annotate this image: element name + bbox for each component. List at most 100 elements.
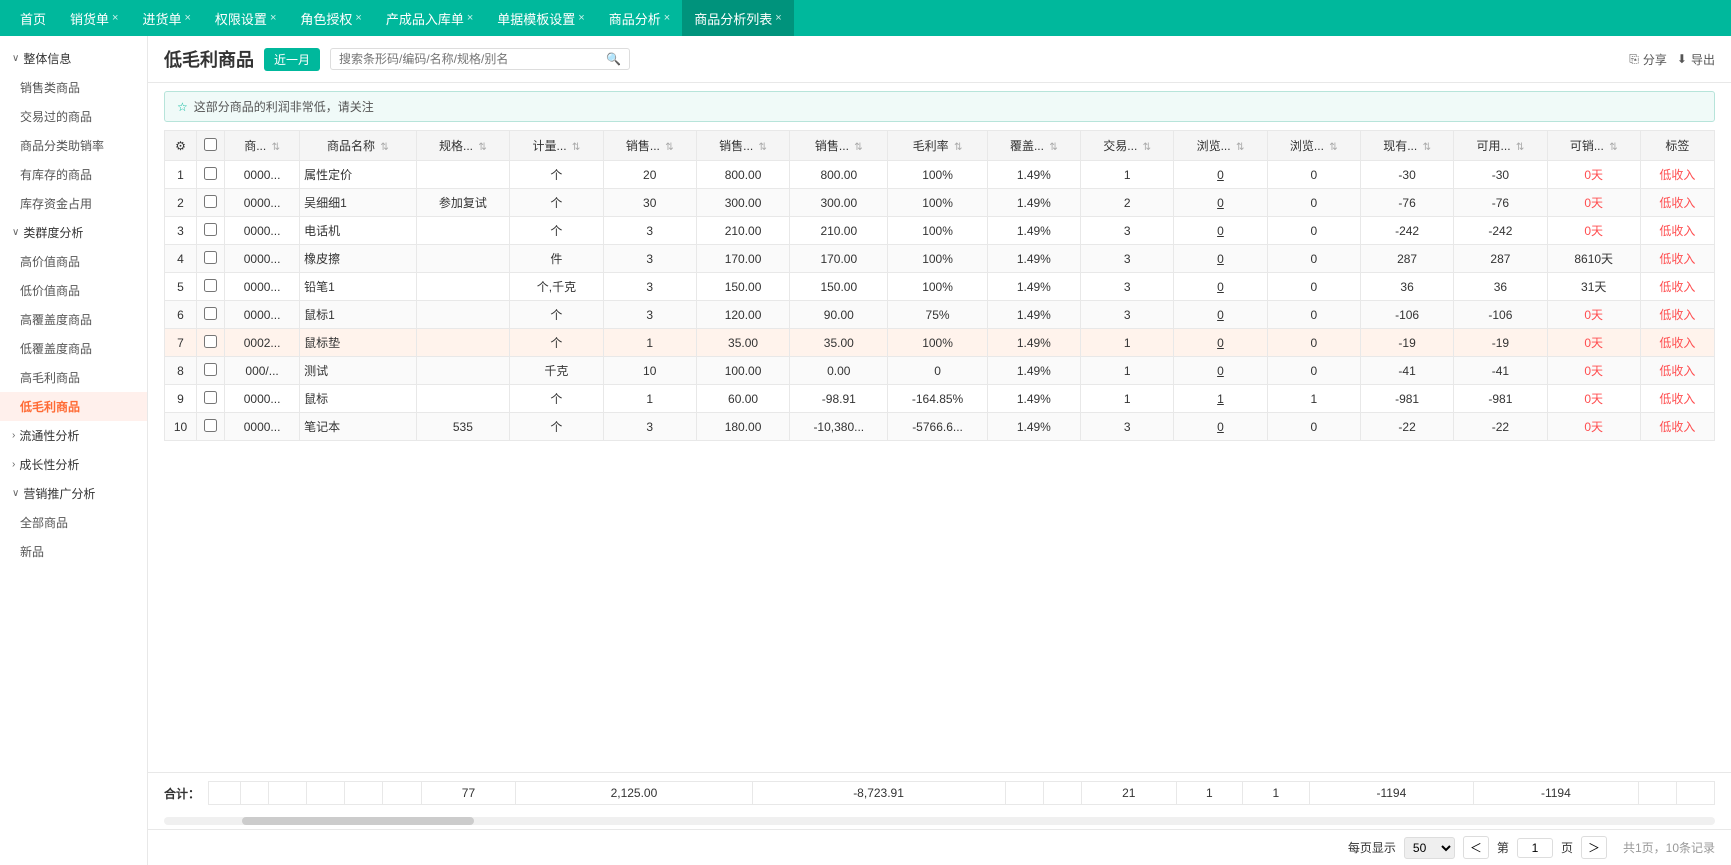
col-transaction[interactable]: 交易... ⇅ (1081, 131, 1174, 161)
sidebar-item-all-goods[interactable]: 全部商品 (0, 508, 147, 537)
row-checkbox-cell[interactable] (197, 217, 225, 245)
row-checkbox-cell[interactable] (197, 189, 225, 217)
nav-template[interactable]: 单据模板设置 × (485, 0, 596, 36)
sidebar-item-category-rate[interactable]: 商品分类助销率 (0, 131, 147, 160)
row-checkbox-cell[interactable] (197, 385, 225, 413)
share-button[interactable]: ⎘ 分享 (1629, 51, 1667, 68)
date-filter-button[interactable]: 近一月 (264, 48, 320, 71)
sidebar-group-flow[interactable]: › 流通性分析 (0, 421, 147, 450)
row-checkbox-cell[interactable] (197, 161, 225, 189)
col-sales-profit[interactable]: 销售... ⇅ (790, 131, 888, 161)
row-browse1[interactable]: 0 (1174, 245, 1267, 273)
row-browse1[interactable]: 0 (1174, 329, 1267, 357)
select-all-checkbox[interactable] (204, 138, 217, 151)
col-settings[interactable]: ⚙ (165, 131, 197, 161)
row-name[interactable]: 电话机 (300, 217, 416, 245)
per-page-select[interactable]: 50 100 200 (1404, 837, 1455, 859)
sidebar-item-sales-goods[interactable]: 销售类商品 (0, 73, 147, 102)
row-browse1[interactable]: 0 (1174, 161, 1267, 189)
row-name[interactable]: 橡皮擦 (300, 245, 416, 273)
row-name[interactable]: 笔记本 (300, 413, 416, 441)
row-checkbox[interactable] (204, 363, 217, 376)
col-current[interactable]: 现有... ⇅ (1360, 131, 1453, 161)
row-checkbox[interactable] (204, 419, 217, 432)
sidebar-item-high-coverage[interactable]: 高覆盖度商品 (0, 305, 147, 334)
nav-permission[interactable]: 权限设置 × (203, 0, 288, 36)
nav-purchase-close[interactable]: × (184, 12, 190, 24)
nav-goods-analysis[interactable]: 商品分析 × (597, 0, 682, 36)
col-unit[interactable]: 计量... ⇅ (510, 131, 603, 161)
row-checkbox-cell[interactable] (197, 273, 225, 301)
row-checkbox[interactable] (204, 279, 217, 292)
row-checkbox-cell[interactable] (197, 301, 225, 329)
sidebar-item-stocked[interactable]: 有库存的商品 (0, 160, 147, 189)
row-checkbox[interactable] (204, 335, 217, 348)
nav-template-close[interactable]: × (578, 12, 584, 24)
row-checkbox[interactable] (204, 251, 217, 264)
sidebar-item-low-value[interactable]: 低价值商品 (0, 276, 147, 305)
sidebar-group-overall[interactable]: ∨ 整体信息 (0, 44, 147, 73)
col-name[interactable]: 商品名称 ⇅ (300, 131, 416, 161)
nav-product-storage-close[interactable]: × (467, 12, 473, 24)
nav-sales-close[interactable]: × (112, 12, 118, 24)
row-browse1[interactable]: 1 (1174, 385, 1267, 413)
row-browse1[interactable]: 0 (1174, 357, 1267, 385)
sidebar-group-growth[interactable]: › 成长性分析 (0, 450, 147, 479)
row-checkbox[interactable] (204, 167, 217, 180)
sidebar-group-cluster[interactable]: ∨ 类群度分析 (0, 218, 147, 247)
col-cover-rate[interactable]: 覆盖... ⇅ (987, 131, 1080, 161)
row-browse1[interactable]: 0 (1174, 413, 1267, 441)
row-checkbox[interactable] (204, 391, 217, 404)
sidebar-item-high-margin[interactable]: 高毛利商品 (0, 363, 147, 392)
col-browse2[interactable]: 浏览... ⇅ (1267, 131, 1360, 161)
row-checkbox-cell[interactable] (197, 329, 225, 357)
sidebar-item-new-goods[interactable]: 新品 (0, 537, 147, 566)
nav-role[interactable]: 角色授权 × (288, 0, 373, 36)
col-sales-amt[interactable]: 销售... ⇅ (696, 131, 789, 161)
row-browse1[interactable]: 0 (1174, 189, 1267, 217)
export-button[interactable]: ⬇ 导出 (1677, 51, 1715, 68)
row-browse1[interactable]: 0 (1174, 217, 1267, 245)
nav-goods-analysis-list-close[interactable]: × (775, 12, 781, 24)
nav-role-close[interactable]: × (355, 12, 361, 24)
col-salable[interactable]: 可销... ⇅ (1547, 131, 1640, 161)
col-spec[interactable]: 规格... ⇅ (416, 131, 510, 161)
nav-permission-close[interactable]: × (270, 12, 276, 24)
row-checkbox-cell[interactable] (197, 245, 225, 273)
col-gross-rate[interactable]: 毛利率 ⇅ (888, 131, 987, 161)
row-name[interactable]: 测试 (300, 357, 416, 385)
nav-sales[interactable]: 销货单 × (58, 0, 130, 36)
nav-goods-analysis-list[interactable]: 商品分析列表 × (682, 0, 793, 36)
row-browse1[interactable]: 0 (1174, 273, 1267, 301)
row-name[interactable]: 铅笔1 (300, 273, 416, 301)
row-checkbox[interactable] (204, 195, 217, 208)
row-checkbox-cell[interactable] (197, 413, 225, 441)
search-icon[interactable]: 🔍 (606, 52, 621, 66)
nav-purchase[interactable]: 进货单 × (130, 0, 202, 36)
row-checkbox[interactable] (204, 223, 217, 236)
row-checkbox[interactable] (204, 307, 217, 320)
row-name[interactable]: 鼠标垫 (300, 329, 416, 357)
nav-goods-analysis-close[interactable]: × (664, 12, 670, 24)
scroll-bar[interactable] (164, 817, 1715, 825)
nav-home[interactable]: 首页 (8, 0, 58, 36)
row-name[interactable]: 吴细细1 (300, 189, 416, 217)
next-page-button[interactable]: ＞ (1581, 836, 1607, 859)
nav-product-storage[interactable]: 产成品入库单 × (374, 0, 485, 36)
sidebar-item-low-margin[interactable]: 低毛利商品 (0, 392, 147, 421)
row-name[interactable]: 鼠标 (300, 385, 416, 413)
sidebar-group-marketing[interactable]: ∨ 营销推广分析 (0, 479, 147, 508)
col-code[interactable]: 商... ⇅ (225, 131, 300, 161)
row-checkbox-cell[interactable] (197, 357, 225, 385)
sidebar-item-low-coverage[interactable]: 低覆盖度商品 (0, 334, 147, 363)
col-available[interactable]: 可用... ⇅ (1454, 131, 1547, 161)
col-browse1[interactable]: 浏览... ⇅ (1174, 131, 1267, 161)
row-browse1[interactable]: 0 (1174, 301, 1267, 329)
sidebar-item-traded-goods[interactable]: 交易过的商品 (0, 102, 147, 131)
prev-page-button[interactable]: ＜ (1463, 836, 1489, 859)
search-input[interactable] (339, 52, 601, 66)
col-sales-qty[interactable]: 销售... ⇅ (603, 131, 696, 161)
row-name[interactable]: 鼠标1 (300, 301, 416, 329)
sidebar-item-capital[interactable]: 库存资金占用 (0, 189, 147, 218)
page-number-input[interactable] (1517, 838, 1553, 858)
